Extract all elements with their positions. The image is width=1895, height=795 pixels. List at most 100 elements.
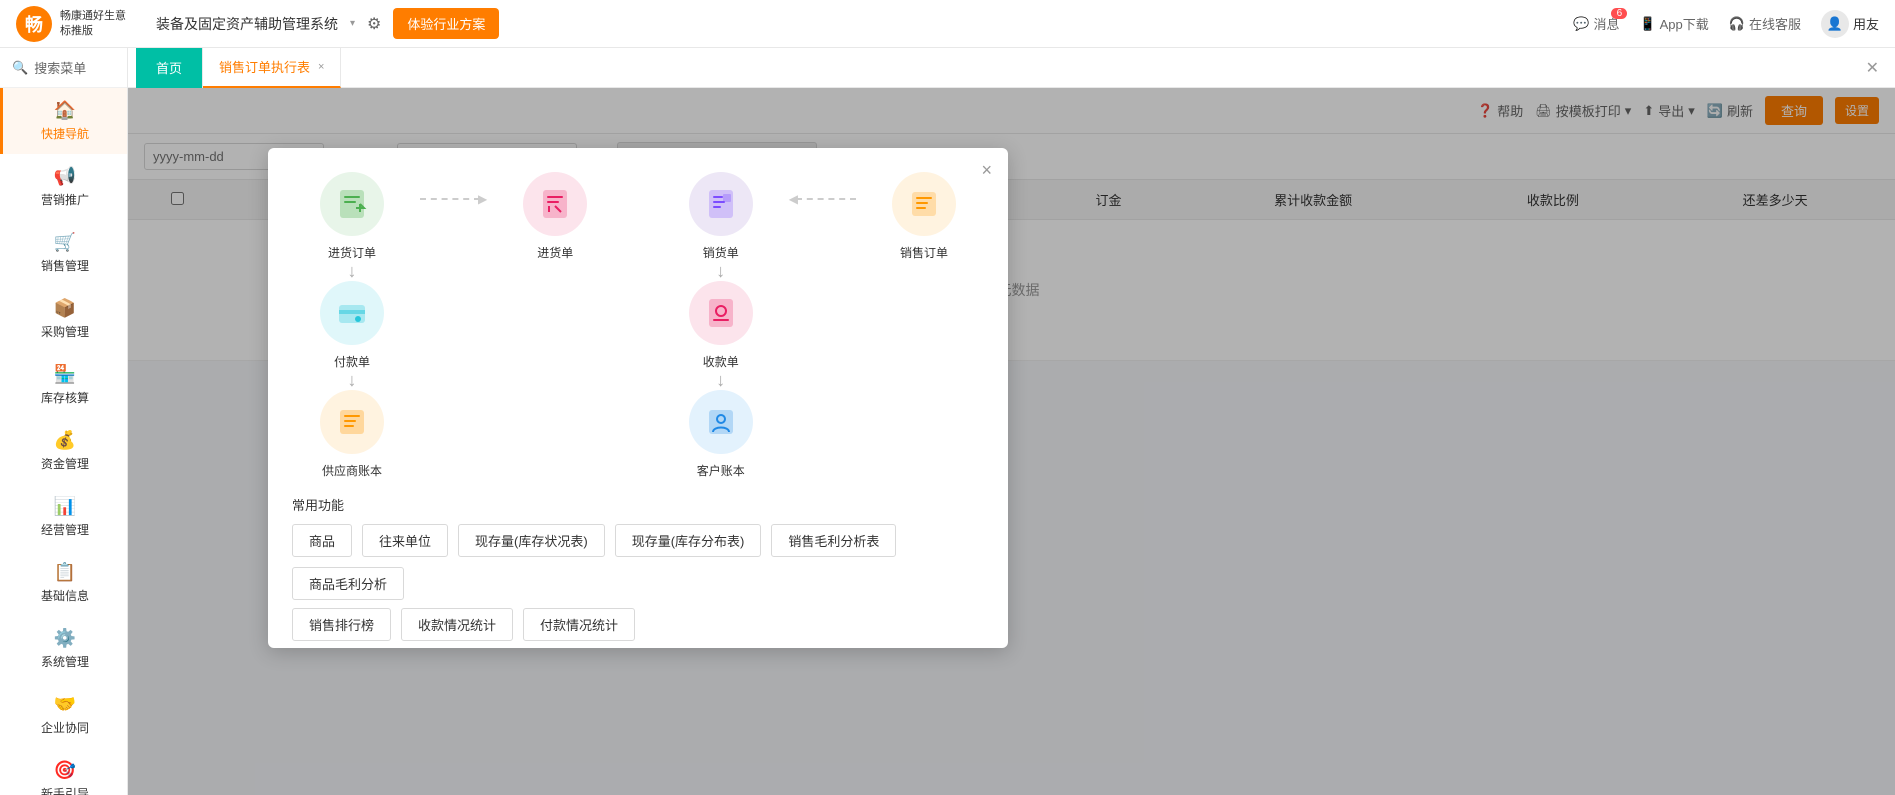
operations-icon: 📊 [54,496,76,517]
sidebar-label-guide: 新手引导 [41,785,89,795]
sidebar-item-quick-nav[interactable]: 🏠 快捷导航 [0,88,127,154]
customer-account-label: 客户账本 [697,462,745,479]
receipt-label: 收款单 [703,353,739,370]
basic-info-icon: 📋 [54,562,76,583]
func-btn-sales-rank[interactable]: 销售排行榜 [292,608,391,641]
top-bar: 畅 畅康通好生意标推版 装备及固定资产辅助管理系统 ▾ ⚙ 体验行业方案 💬 消… [0,0,1895,48]
messages-btn[interactable]: 💬 消息 6 [1573,14,1619,33]
flow-node-purchase-bill[interactable]: 进货单 [495,172,615,261]
message-icon: 💬 [1573,16,1589,32]
sales-bill-label: 销货单 [703,244,739,261]
flow-node-sales-bill[interactable]: 销货单 [661,172,781,261]
modal-close-btn[interactable]: × [981,160,992,181]
func-btn-stock-dist[interactable]: 现存量(库存分布表) [615,524,762,557]
close-all-tabs-icon[interactable]: ✕ [1858,58,1887,78]
avatar: 👤 [1821,10,1849,38]
customer-account-circle [689,390,753,454]
guide-icon: 🎯 [54,760,76,781]
func-btn-product[interactable]: 商品 [292,524,352,557]
system-title: 装备及固定资产辅助管理系统 [156,14,338,34]
sidebar-item-finance[interactable]: 💰 资金管理 [0,418,127,484]
sidebar-item-operations[interactable]: 📊 经营管理 [0,484,127,550]
logo-area: 畅 畅康通好生意标推版 [16,6,144,42]
page-content: ❓ 帮助 🖨 按模板打印 ▾ ⬆ 导出 ▾ 🔄 [128,88,1895,795]
app-download-label: App下载 [1660,14,1709,33]
sidebar-item-inventory[interactable]: 🏪 库存核算 [0,352,127,418]
purchase-order-circle [320,172,384,236]
home-icon: 🏠 [54,100,76,121]
sidebar-item-system[interactable]: ⚙️ 系统管理 [0,616,127,682]
flow-node-purchase-order[interactable]: 进货订单 [292,172,412,261]
logo-icon: 畅 [16,6,52,42]
gear-icon[interactable]: ⚙ [367,14,381,34]
func-btn-receipt-stats[interactable]: 收款情况统计 [401,608,513,641]
sidebar-label-finance: 资金管理 [41,455,89,472]
arrow-h-1: ▶ [412,192,495,206]
purchase-icon: 📦 [54,298,76,319]
sidebar-label-system: 系统管理 [41,653,89,670]
arrow-h-2: ◀ [781,192,864,206]
inventory-icon: 🏪 [54,364,76,385]
experience-btn[interactable]: 体验行业方案 [393,8,499,39]
modal-overlay: × 进货订单 [128,88,1895,795]
func-btn-sales-profit[interactable]: 销售毛利分析表 [771,524,896,557]
marketing-icon: 📢 [54,166,76,187]
purchase-bill-label: 进货单 [537,244,573,261]
search-menu[interactable]: 🔍 搜索菜单 [0,48,127,88]
app-download-btn[interactable]: 📱 App下载 [1639,14,1708,33]
sidebar-label-enterprise: 企业协同 [41,719,89,736]
tab-home[interactable]: 首页 [136,48,203,88]
purchase-order-label: 进货订单 [328,244,376,261]
tab-sales-order-exec[interactable]: 销售订单执行表 × [203,48,341,88]
finance-icon: 💰 [54,430,76,451]
sidebar-item-sales[interactable]: 🛒 销售管理 [0,220,127,286]
supplier-account-circle [320,390,384,454]
sidebar-label-purchase: 采购管理 [41,323,89,340]
arrow-down-4: ↓ [716,370,725,390]
sales-order-circle [892,172,956,236]
payment-label: 付款单 [334,353,370,370]
tab-sales-order-label: 销售订单执行表 [219,57,310,76]
func-btn-contacts[interactable]: 往来单位 [362,524,448,557]
dropdown-arrow-icon[interactable]: ▾ [350,18,355,29]
online-service-btn[interactable]: 🎧 在线客服 [1729,14,1801,33]
flow-node-customer-account[interactable]: 客户账本 [661,390,781,479]
search-icon: 🔍 [12,60,28,76]
flow-node-payment[interactable]: 付款单 [292,281,412,370]
tab-close-icon[interactable]: × [318,61,324,73]
online-service-label: 在线客服 [1749,14,1801,33]
sidebar-label-basic-info: 基础信息 [41,587,89,604]
receipt-circle [689,281,753,345]
flow-node-receipt[interactable]: 收款单 [661,281,781,370]
content-area: 首页 销售订单执行表 × ✕ ❓ 帮助 🖨 [128,48,1895,795]
sidebar-item-guide[interactable]: 🎯 新手引导 [0,748,127,795]
user-label: 用友 [1853,14,1879,33]
purchase-bill-circle [523,172,587,236]
sidebar-label-sales: 销售管理 [41,257,89,274]
func-btn-payment-stats[interactable]: 付款情况统计 [523,608,635,641]
sidebar-label-marketing: 营销推广 [41,191,89,208]
common-funcs-section: 常用功能 商品 往来单位 现存量(库存状况表) 现存量(库存分布表) 销售毛利分… [292,495,984,641]
user-btn[interactable]: 👤 用友 [1821,10,1879,38]
search-label: 搜索菜单 [34,58,86,77]
common-funcs-title: 常用功能 [292,495,984,514]
system-icon: ⚙️ [54,628,76,649]
sales-bill-circle [689,172,753,236]
sidebar-item-basic-info[interactable]: 📋 基础信息 [0,550,127,616]
sales-icon: 🛒 [54,232,76,253]
top-right: 💬 消息 6 📱 App下载 🎧 在线客服 👤 用友 [1573,10,1879,38]
func-row-1: 商品 往来单位 现存量(库存状况表) 现存量(库存分布表) 销售毛利分析表 商品… [292,524,984,600]
flow-node-supplier-account[interactable]: 供应商账本 [292,390,412,479]
sidebar-item-purchase[interactable]: 📦 采购管理 [0,286,127,352]
sidebar-item-enterprise[interactable]: 🤝 企业协同 [0,682,127,748]
flow-node-sales-order[interactable]: 销售订单 [864,172,984,261]
func-btn-product-profit[interactable]: 商品毛利分析 [292,567,404,600]
logo-text: 畅康通好生意标推版 [60,9,126,38]
messages-badge: 6 [1611,8,1627,19]
tab-home-label: 首页 [156,58,182,77]
sidebar-label-inventory: 库存核算 [41,389,89,406]
func-btn-stock-status[interactable]: 现存量(库存状况表) [458,524,605,557]
service-icon: 🎧 [1729,16,1745,32]
sidebar-item-marketing[interactable]: 📢 营销推广 [0,154,127,220]
arrow-down-2: ↓ [348,370,357,390]
